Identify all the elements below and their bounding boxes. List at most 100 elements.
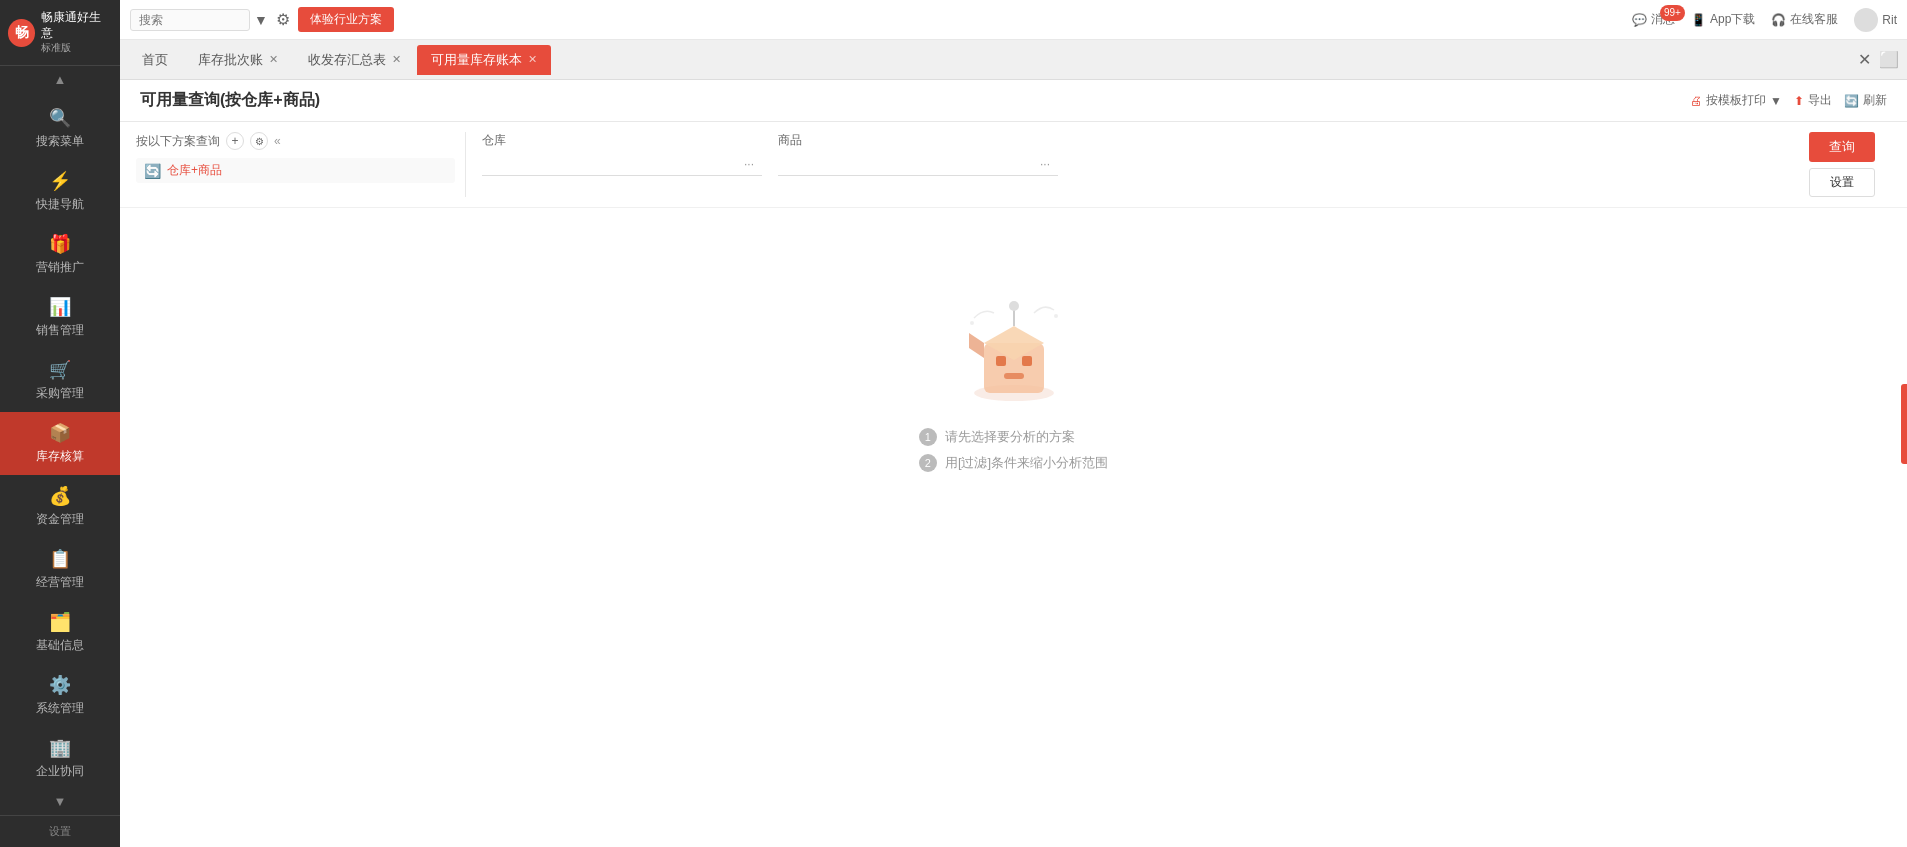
tab-close-btn[interactable]: ✕ — [392, 53, 401, 66]
scheme-add-btn[interactable]: + — [226, 132, 244, 150]
sidebar-footer: 设置 — [0, 815, 120, 847]
sidebar-item-label: 销售管理 — [36, 322, 84, 339]
sidebar-scroll-up[interactable]: ▲ — [0, 66, 120, 93]
sidebar-item-label: 基础信息 — [36, 637, 84, 654]
empty-illustration — [954, 288, 1074, 408]
logo-icon: 畅 — [8, 19, 35, 47]
tab-batch-account[interactable]: 库存批次账 ✕ — [184, 45, 292, 75]
tab-close-btn[interactable]: ✕ — [269, 53, 278, 66]
sidebar: 畅 畅康通好生意 标准版 ▲ 🔍 搜索菜单 ⚡ 快捷导航 🎁 营销推广 📊 销售… — [0, 0, 120, 847]
folder-icon: 🗂️ — [49, 611, 71, 633]
product-dots-btn[interactable]: ··· — [1040, 157, 1050, 171]
app-download-btn[interactable]: 📱 App下载 — [1691, 11, 1755, 28]
svg-rect-5 — [1022, 356, 1032, 366]
sidebar-item-inventory[interactable]: 📦 库存核算 — [0, 412, 120, 475]
export-btn[interactable]: ⬆ 导出 — [1794, 92, 1832, 109]
sidebar-item-purchase[interactable]: 🛒 采购管理 — [0, 349, 120, 412]
user-menu[interactable]: Rit — [1854, 8, 1897, 32]
sidebar-item-label: 库存核算 — [36, 448, 84, 465]
tab-available-stock[interactable]: 可用量库存账本 ✕ — [417, 45, 551, 75]
search-dropdown-btn[interactable]: ▼ — [254, 12, 268, 28]
sidebar-item-operations[interactable]: 📋 经营管理 — [0, 538, 120, 601]
cart-icon: 🛒 — [49, 359, 71, 381]
app-label: App下载 — [1710, 11, 1755, 28]
search-icon: 🔍 — [49, 107, 71, 129]
print-dropdown-icon: ▼ — [1770, 94, 1782, 108]
product-input[interactable]: ··· — [778, 153, 1058, 176]
sidebar-scroll-down[interactable]: ▼ — [0, 788, 120, 815]
msg-button[interactable]: 💬 消息 99+ — [1632, 11, 1675, 28]
sidebar-item-quick-nav[interactable]: ⚡ 快捷导航 — [0, 160, 120, 223]
industry-btn[interactable]: 体验行业方案 — [298, 7, 394, 32]
sidebar-item-enterprise[interactable]: 🏢 企业协同 — [0, 727, 120, 788]
warehouse-field: 仓库 ··· — [482, 132, 762, 176]
empty-state: 1 请先选择要分析的方案 2 用[过滤]条件来缩小分析范围 — [120, 208, 1907, 552]
refresh-btn[interactable]: 🔄 刷新 — [1844, 92, 1887, 109]
gear-icon: ⚙️ — [49, 674, 71, 696]
refresh-label: 刷新 — [1863, 92, 1887, 109]
settings-button[interactable]: 设置 — [1809, 168, 1875, 197]
sidebar-item-marketing[interactable]: 🎁 营销推广 — [0, 223, 120, 286]
refresh-icon: 🔄 — [1844, 94, 1859, 108]
action-buttons: 查询 设置 — [1809, 132, 1875, 197]
scheme-icon: 🔄 — [144, 163, 161, 179]
sidebar-item-label: 采购管理 — [36, 385, 84, 402]
filter-left: 按以下方案查询 + ⚙ « 🔄 仓库+商品 — [136, 132, 466, 197]
svg-point-9 — [970, 321, 974, 325]
warehouse-label: 仓库 — [482, 132, 762, 149]
headset-icon: 🎧 — [1771, 13, 1786, 27]
tab-label: 收发存汇总表 — [308, 51, 386, 69]
query-button[interactable]: 查询 — [1809, 132, 1875, 162]
filter-right: 仓库 ··· 商品 ··· 查询 设置 — [466, 132, 1891, 197]
clipboard-icon: 📋 — [49, 548, 71, 570]
gear-icon[interactable]: ⚙ — [276, 10, 290, 29]
warehouse-input[interactable]: ··· — [482, 153, 762, 176]
svg-point-10 — [1054, 314, 1058, 318]
scheme-settings-btn[interactable]: ⚙ — [250, 132, 268, 150]
chart-icon: 📊 — [49, 296, 71, 318]
topbar-right: 💬 消息 99+ 📱 App下载 🎧 在线客服 Rit — [1632, 8, 1897, 32]
product-label: 商品 — [778, 132, 1058, 149]
product-field: 商品 ··· — [778, 132, 1058, 176]
sidebar-item-system[interactable]: ⚙️ 系统管理 — [0, 664, 120, 727]
service-label: 在线客服 — [1790, 11, 1838, 28]
user-label: Rit — [1882, 13, 1897, 27]
sidebar-item-search[interactable]: 🔍 搜索菜单 — [0, 97, 120, 160]
sidebar-item-label: 快捷导航 — [36, 196, 84, 213]
tip-text-2: 用[过滤]条件来缩小分析范围 — [945, 454, 1108, 472]
msg-icon: 💬 — [1632, 13, 1647, 27]
search-input[interactable] — [130, 9, 250, 31]
print-btn[interactable]: 🖨 按模板打印 ▼ — [1690, 92, 1782, 109]
sidebar-item-label: 企业协同 — [36, 763, 84, 780]
tab-receive-summary[interactable]: 收发存汇总表 ✕ — [294, 45, 415, 75]
topbar: ▼ ⚙ 体验行业方案 💬 消息 99+ 📱 App下载 🎧 在线客服 Rit — [120, 0, 1907, 40]
sidebar-item-label: 营销推广 — [36, 259, 84, 276]
close-tab-btn[interactable]: ✕ — [1858, 50, 1871, 69]
sidebar-item-basic-info[interactable]: 🗂️ 基础信息 — [0, 601, 120, 664]
lightning-icon: ⚡ — [49, 170, 71, 192]
sidebar-item-sales[interactable]: 📊 销售管理 — [0, 286, 120, 349]
scheme-collapse-btn[interactable]: « — [274, 134, 281, 148]
tip-num-2: 2 — [919, 454, 937, 472]
building-icon: 🏢 — [49, 737, 71, 759]
warehouse-dots-btn[interactable]: ··· — [744, 157, 754, 171]
page-title: 可用量查询(按仓库+商品) — [140, 90, 320, 111]
tab-label: 可用量库存账本 — [431, 51, 522, 69]
tab-label: 首页 — [142, 51, 168, 69]
tab-home[interactable]: 首页 — [128, 45, 182, 75]
tab-close-btn[interactable]: ✕ — [528, 53, 537, 66]
money-icon: 💰 — [49, 485, 71, 507]
sidebar-nav: 🔍 搜索菜单 ⚡ 快捷导航 🎁 营销推广 📊 销售管理 🛒 采购管理 📦 库存核… — [0, 93, 120, 788]
avatar — [1854, 8, 1878, 32]
print-label: 按模板打印 — [1706, 92, 1766, 109]
sidebar-item-finance[interactable]: 💰 资金管理 — [0, 475, 120, 538]
tab-label: 库存批次账 — [198, 51, 263, 69]
inventory-icon: 📦 — [49, 422, 71, 444]
scheme-item[interactable]: 🔄 仓库+商品 — [136, 158, 455, 183]
settings-label: 设置 — [49, 824, 71, 839]
tip-text-1: 请先选择要分析的方案 — [945, 428, 1075, 446]
expand-btn[interactable]: ⬜ — [1879, 50, 1899, 69]
service-btn[interactable]: 🎧 在线客服 — [1771, 11, 1838, 28]
scroll-indicator — [1901, 384, 1907, 464]
export-label: 导出 — [1808, 92, 1832, 109]
